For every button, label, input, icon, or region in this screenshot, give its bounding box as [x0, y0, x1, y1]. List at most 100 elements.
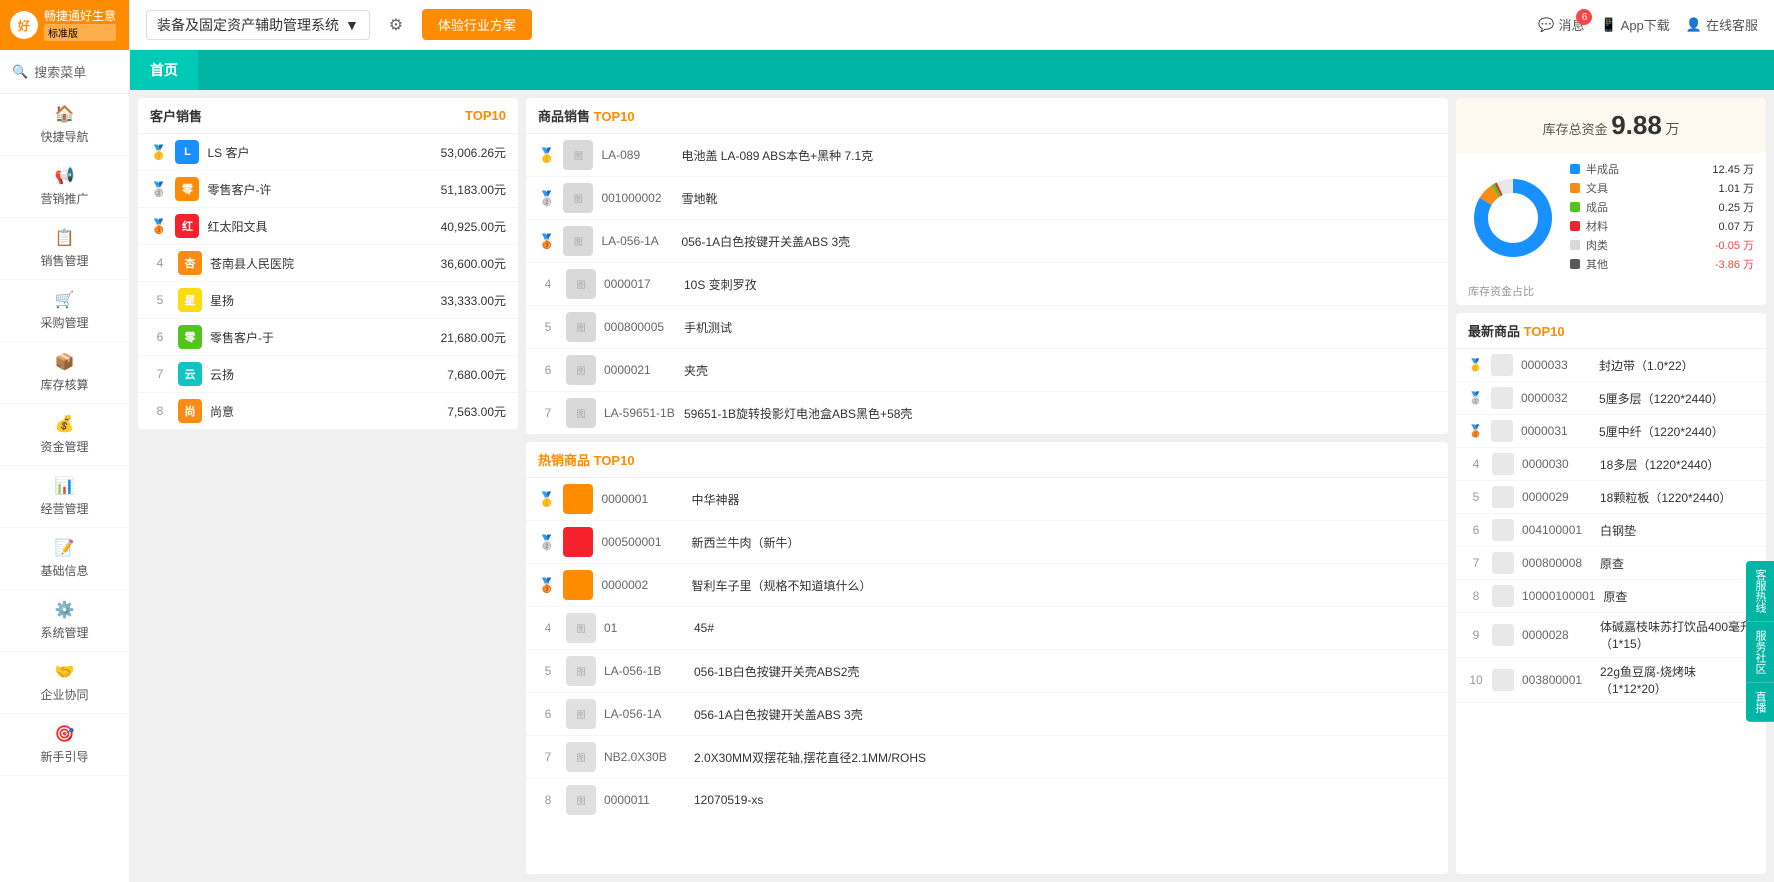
nav-icon: 🎯 — [55, 724, 75, 744]
product-code: 0000032 — [1521, 391, 1591, 405]
legend-item: 文具 1.01 万 — [1570, 180, 1754, 196]
header-actions: 💬 消息 6 📱 App下载 👤 在线客服 — [1538, 15, 1758, 34]
rank-number: 7 — [150, 367, 170, 381]
hot-product-item: 🥉 0000002 智利车子里（规格不知道填什么） — [526, 564, 1448, 607]
product-code: LA-056-1B — [604, 664, 694, 678]
product-name: 10S 变刺罗孜 — [684, 276, 757, 293]
customer-avatar: 零 — [175, 177, 199, 201]
sidebar-item-快捷导航[interactable]: 🏠快捷导航 — [0, 94, 129, 156]
sidebar-item-资金管理[interactable]: 💰资金管理 — [0, 404, 129, 466]
latest-product-item: 🥈 0000032 5厘多层（1220*2440） — [1456, 382, 1766, 415]
product-img: 图 — [566, 312, 596, 342]
search-menu-label: 搜索菜单 — [34, 62, 86, 81]
middle-column: 商品销售 TOP10 🥇 图 LA-089 电池盖 LA-089 ABS本色+黑… — [526, 98, 1448, 874]
search-icon: 🔍 — [12, 64, 28, 80]
product-img: 图 — [563, 140, 593, 170]
product-code: 001000002 — [601, 191, 681, 205]
legend-label: 半成品 — [1586, 161, 1706, 177]
sidebar-item-销售管理[interactable]: 📋销售管理 — [0, 218, 129, 280]
sidebar-item-营销推广[interactable]: 📢营销推广 — [0, 156, 129, 218]
product-name: 056-1A白色按键开关盖ABS 3壳 — [681, 233, 850, 250]
latest-product-item: 9 0000028 体碱嘉枝味苏打饮品400毫升（1*15） — [1456, 613, 1766, 658]
latest-product-item: 10 003800001 22g鱼豆腐-烧烤味（1*12*20） — [1456, 658, 1766, 703]
legend-item: 成品 0.25 万 — [1570, 199, 1754, 215]
system-selector[interactable]: 装备及固定资产辅助管理系统 ▼ — [146, 10, 370, 40]
sidebar-search-area[interactable]: 🔍 搜索菜单 — [0, 50, 129, 94]
customer-name: 尚意 — [210, 403, 447, 420]
customer-name: 红太阳文具 — [207, 218, 440, 235]
customer-amount: 53,006.26元 — [441, 144, 506, 161]
float-buttons: 客服热线 服务社区 直播 — [1746, 561, 1774, 722]
legend-label: 肉类 — [1586, 237, 1709, 253]
sales-item: 🥈 零 零售客户-许 51,183.00元 — [138, 171, 518, 208]
stock-legend: 半成品 12.45 万 文具 1.01 万 成品 0.25 万 材料 0.07 … — [1570, 161, 1754, 275]
product-name: 5厘中纤（1220*2440） — [1599, 423, 1724, 440]
nav-icon: 🏠 — [55, 104, 75, 124]
sidebar: 好 畅捷通好生意 标准版 🔍 搜索菜单 🏠快捷导航📢营销推广📋销售管理 🛒 采购管理… — [0, 0, 130, 882]
search-menu-button[interactable]: 🔍 搜索菜单 — [8, 58, 121, 85]
customer-sales-top: TOP10 — [465, 108, 506, 123]
sidebar-item-企业协同[interactable]: 🤝企业协同 — [0, 652, 129, 714]
product-img: 图 — [563, 183, 593, 213]
latest-product-item: 4 0000030 18多层（1220*2440） — [1456, 448, 1766, 481]
messages-badge: 6 — [1576, 9, 1592, 25]
main-area: 装备及固定资产辅助管理系统 ▼ ⚙ 体验行业方案 💬 消息 6 📱 App下载 … — [130, 0, 1774, 882]
hot-product-item: 🥇 0000001 中华神器 — [526, 478, 1448, 521]
product-img — [563, 484, 593, 514]
nav-label: 采购管理 — [40, 314, 88, 331]
customer-avatar: 云 — [178, 362, 202, 386]
product-code: LA-59651-1B — [604, 406, 684, 420]
stock-amount: 9.88 — [1611, 110, 1662, 140]
hot-product-item: 🥈 000500001 新西兰牛肉（新牛） — [526, 521, 1448, 564]
sidebar-item-采购管理[interactable]: 🛒 采购管理 — [0, 280, 129, 342]
donut-chart — [1468, 173, 1558, 263]
settings-icon[interactable]: ⚙ — [382, 11, 410, 39]
sidebar-item-基础信息[interactable]: 📝基础信息 — [0, 528, 129, 590]
product-name: 59651-1B旋转投影灯电池盒ABS黑色+58壳 — [684, 405, 912, 422]
float-service-community[interactable]: 服务社区 — [1746, 622, 1774, 683]
message-icon: 💬 — [1538, 17, 1554, 33]
hot-product-item: 7 图 NB2.0X30B 2.0X30MM双摆花轴,摆花直径2.1MM/ROH… — [526, 736, 1448, 779]
customer-name: LS 客户 — [207, 144, 440, 161]
product-img — [1492, 669, 1514, 691]
product-code: 000800008 — [1522, 556, 1592, 570]
product-code: 0000002 — [601, 578, 691, 592]
page-tab-bar: 首页 — [130, 50, 1774, 90]
legend-dot — [1570, 221, 1580, 231]
sales-item: 6 零 零售客户-于 21,680.00元 — [138, 319, 518, 356]
nav-icon: 🛒 — [55, 290, 75, 310]
customer-avatar: 尚 — [178, 399, 202, 423]
stock-sold-header: 商品销售 TOP10 — [526, 98, 1448, 134]
float-live[interactable]: 直播 — [1746, 683, 1774, 722]
customer-name: 零售客户-于 — [210, 329, 441, 346]
nav-label: 营销推广 — [40, 190, 88, 207]
stock-card: 库存总资金 9.88 万 — [1456, 98, 1766, 305]
stock-title: 库存总资金 — [1543, 122, 1608, 137]
trial-button[interactable]: 体验行业方案 — [422, 9, 532, 40]
sidebar-item-经营管理[interactable]: 📊经营管理 — [0, 466, 129, 528]
product-name: 夹壳 — [684, 362, 708, 379]
float-customer-service[interactable]: 客服热线 — [1746, 561, 1774, 622]
app-download-action[interactable]: 📱 App下载 — [1600, 15, 1669, 34]
customer-sales-list: 🥇 L LS 客户 53,006.26元 🥈 零 零售客户-许 51,183.0… — [138, 134, 518, 430]
product-img — [1492, 519, 1514, 541]
sidebar-item-新手引导[interactable]: 🎯新手引导 — [0, 714, 129, 776]
app-download-label: App下载 — [1621, 15, 1670, 34]
content-area: 客户销售 TOP10 🥇 L LS 客户 53,006.26元 🥈 零 零售客户… — [130, 90, 1774, 882]
sidebar-logo: 好 畅捷通好生意 标准版 — [0, 0, 129, 50]
customer-amount: 33,333.00元 — [441, 292, 506, 309]
tab-home[interactable]: 首页 — [130, 50, 198, 90]
sales-item: 7 云 云扬 7,680.00元 — [138, 356, 518, 393]
stock-sold-item: 4 图 0000017 10S 变刺罗孜 — [526, 263, 1448, 306]
product-code: 01 — [604, 621, 694, 635]
sidebar-item-系统管理[interactable]: ⚙️系统管理 — [0, 590, 129, 652]
sidebar-item-库存核算[interactable]: 📦库存核算 — [0, 342, 129, 404]
nav-label: 经营管理 — [40, 500, 88, 517]
messages-action[interactable]: 💬 消息 6 — [1538, 15, 1584, 34]
legend-label: 文具 — [1586, 180, 1713, 196]
product-img — [1491, 387, 1513, 409]
customer-amount: 51,183.00元 — [441, 181, 506, 198]
service-icon: 👤 — [1686, 17, 1702, 33]
online-service-action[interactable]: 👤 在线客服 — [1686, 15, 1758, 34]
stock-sold-item: 🥈 图 001000002 雪地靴 — [526, 177, 1448, 220]
